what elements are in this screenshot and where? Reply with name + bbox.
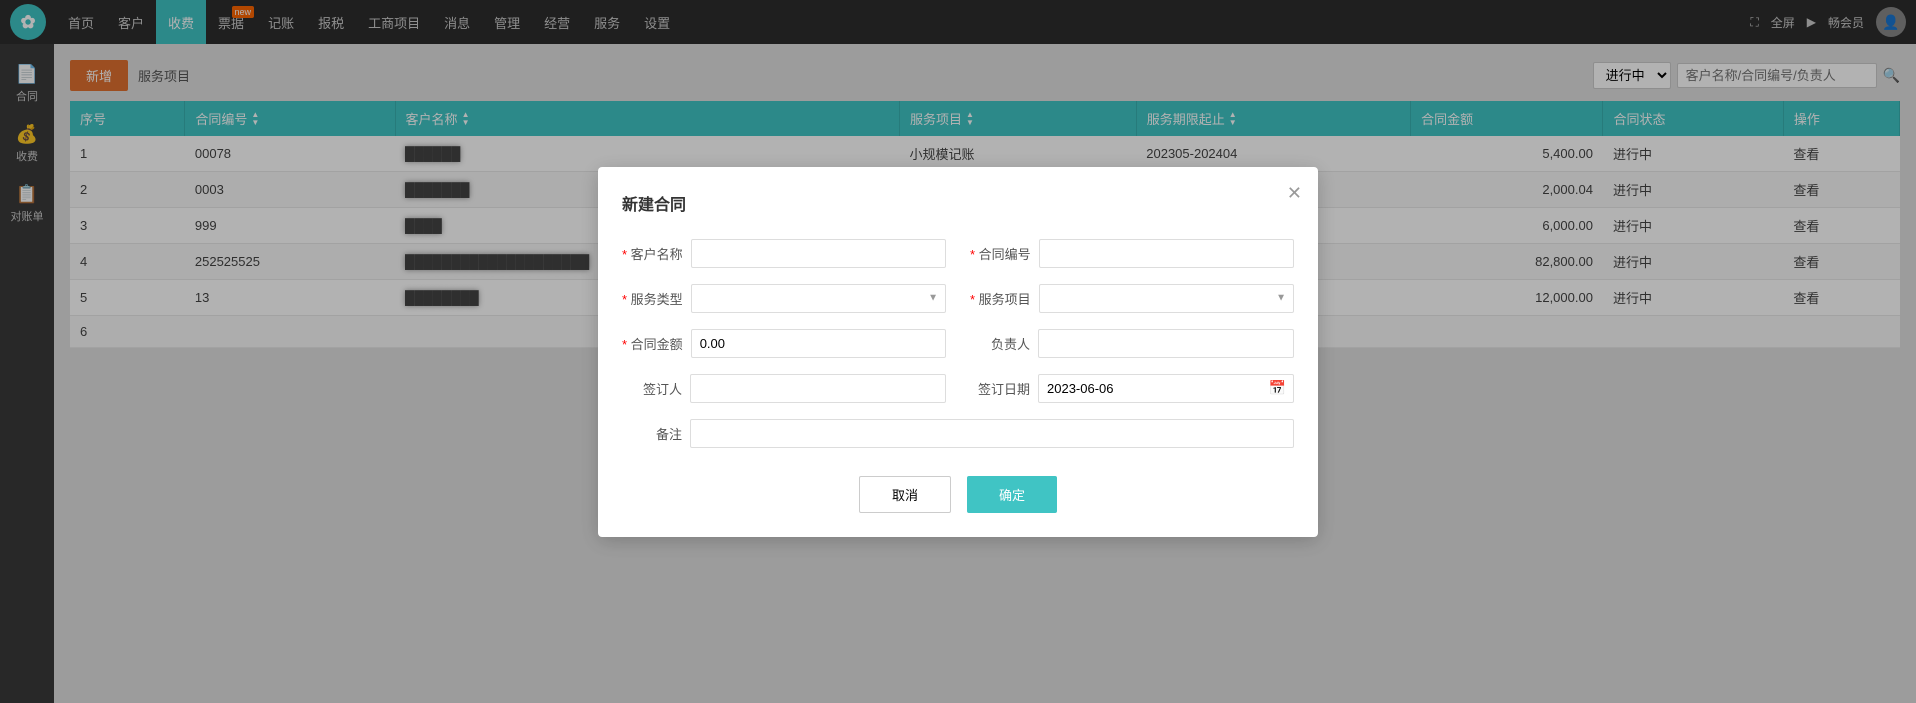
contract-no-input[interactable]: [1039, 239, 1294, 268]
service-type-select[interactable]: [691, 284, 946, 313]
modal-title: 新建合同: [622, 191, 1294, 215]
remark-input[interactable]: [690, 419, 1294, 448]
signer-input[interactable]: [690, 374, 946, 403]
confirm-button[interactable]: 确定: [967, 476, 1057, 513]
form-row-service-item: 服务项目: [970, 284, 1294, 313]
cancel-button[interactable]: 取消: [859, 476, 951, 513]
customer-input[interactable]: [691, 239, 946, 268]
responsible-label: 负责人: [970, 334, 1030, 353]
sign-date-wrap: 📅: [1038, 374, 1294, 403]
amount-input[interactable]: [691, 329, 946, 358]
sign-date-label: 签订日期: [970, 379, 1030, 398]
form-grid: 客户名称 合同编号 服务类型 服务项目: [622, 239, 1294, 448]
service-item-select[interactable]: [1039, 284, 1294, 313]
contract-no-label: 合同编号: [970, 244, 1031, 263]
form-row-service-type: 服务类型: [622, 284, 946, 313]
signer-label: 签订人: [622, 379, 682, 398]
remark-label: 备注: [622, 424, 682, 443]
service-type-select-wrap: [691, 284, 946, 313]
form-row-amount: 合同金额: [622, 329, 946, 358]
form-row-sign-date: 签订日期 📅: [970, 374, 1294, 403]
customer-label: 客户名称: [622, 244, 683, 263]
service-item-select-wrap: [1039, 284, 1294, 313]
responsible-input[interactable]: [1038, 329, 1294, 358]
service-item-label: 服务项目: [970, 289, 1031, 308]
form-row-customer: 客户名称: [622, 239, 946, 268]
service-type-label: 服务类型: [622, 289, 683, 308]
form-row-signer: 签订人: [622, 374, 946, 403]
form-row-remark: 备注: [622, 419, 1294, 448]
modal-close-button[interactable]: ✕: [1287, 183, 1302, 204]
amount-label: 合同金额: [622, 334, 683, 353]
form-row-contract-no: 合同编号: [970, 239, 1294, 268]
modal-dialog: ✕ 新建合同 客户名称 合同编号 服务类型 服务项目: [598, 167, 1318, 537]
modal-overlay[interactable]: ✕ 新建合同 客户名称 合同编号 服务类型 服务项目: [0, 0, 1916, 703]
sign-date-input[interactable]: [1038, 374, 1294, 403]
modal-footer: 取消 确定: [622, 476, 1294, 513]
form-row-responsible: 负责人: [970, 329, 1294, 358]
